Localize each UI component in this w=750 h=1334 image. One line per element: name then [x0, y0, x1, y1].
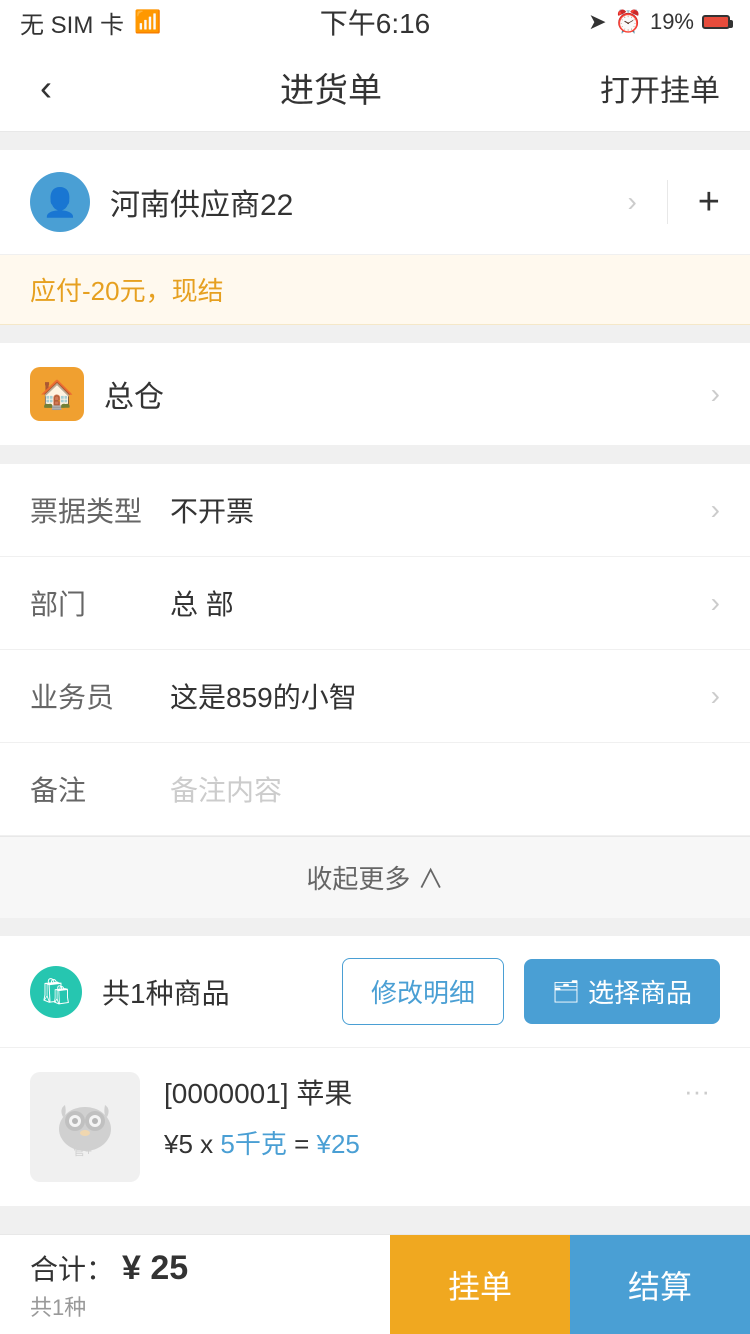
- salesperson-label: 业务员: [30, 676, 150, 716]
- back-button[interactable]: ‹: [30, 57, 62, 119]
- wifi-icon: 📶: [134, 9, 161, 35]
- department-row[interactable]: 部门 总 部 ›: [0, 557, 750, 650]
- product-name: [0000001] 苹果: [164, 1072, 650, 1112]
- hang-order-button[interactable]: 挂单: [390, 1235, 570, 1334]
- quantity-value: 5千克: [220, 1129, 286, 1159]
- products-card: 🛍 共1种商品 修改明细 🗂 选择商品 管+: [0, 936, 750, 1207]
- battery-text: 19%: [650, 9, 694, 35]
- products-header: 🛍 共1种商品 修改明细 🗂 选择商品: [0, 936, 750, 1048]
- select-product-label: 选择商品: [588, 973, 692, 1010]
- debt-notice: 应付-20元，现结: [0, 255, 750, 325]
- salesperson-row[interactable]: 业务员 这是859的小智 ›: [0, 650, 750, 743]
- warehouse-card: 🏠 总仓 ›: [0, 343, 750, 446]
- total-amount: ¥ 25: [122, 1249, 188, 1288]
- supplier-avatar: 👤: [30, 172, 90, 232]
- status-time: 下午6:16: [320, 2, 431, 42]
- product-item: 管+ [0000001] 苹果 ¥5 x 5千克 = ¥25 ···: [0, 1048, 750, 1207]
- alarm-icon: ⏰: [615, 9, 642, 35]
- salesperson-arrow-icon: ›: [711, 680, 720, 712]
- page-title: 进货单: [280, 63, 382, 112]
- product-count: 共1种商品: [102, 972, 322, 1012]
- product-price: ¥5 x 5千克 = ¥25: [164, 1124, 650, 1161]
- open-pending-button[interactable]: 打开挂单: [600, 66, 720, 110]
- checkout-button[interactable]: 结算: [570, 1235, 750, 1334]
- warehouse-row[interactable]: 🏠 总仓 ›: [0, 343, 750, 446]
- equals-sign: =: [294, 1129, 316, 1159]
- carrier-text: 无 SIM 卡: [20, 5, 124, 40]
- total-value: ¥25: [317, 1129, 360, 1159]
- section-gap-2: [0, 325, 750, 343]
- invoice-type-value: 不开票: [170, 490, 711, 530]
- select-product-button[interactable]: 🗂 选择商品: [524, 959, 720, 1024]
- add-supplier-button[interactable]: +: [698, 181, 720, 224]
- section-gap-3: [0, 446, 750, 464]
- status-right: ➤ ⏰ 19%: [588, 9, 730, 35]
- price-value: ¥5: [164, 1129, 193, 1159]
- supplier-row[interactable]: 👤 河南供应商22 › +: [0, 150, 750, 255]
- remarks-row[interactable]: 备注 备注内容: [0, 743, 750, 836]
- remarks-value: 备注内容: [170, 769, 720, 809]
- product-info: [0000001] 苹果 ¥5 x 5千克 = ¥25: [164, 1072, 650, 1161]
- svg-text:管+: 管+: [73, 1143, 92, 1158]
- status-bar: 无 SIM 卡 📶 下午6:16 ➤ ⏰ 19%: [0, 0, 750, 44]
- form-card: 票据类型 不开票 › 部门 总 部 › 业务员 这是859的小智 › 备注 备注…: [0, 464, 750, 918]
- total-label: 合计：: [30, 1248, 114, 1288]
- product-thumbnail: 管+: [30, 1072, 140, 1182]
- section-gap-1: [0, 132, 750, 150]
- invoice-type-row[interactable]: 票据类型 不开票 ›: [0, 464, 750, 557]
- select-product-icon: 🗂: [552, 979, 580, 1005]
- products-icon: 🛍: [30, 966, 82, 1018]
- supplier-name: 河南供应商22: [110, 180, 627, 224]
- collapse-button[interactable]: 收起更多 ∧: [0, 836, 750, 918]
- footer-sub-label: 共1种: [30, 1290, 390, 1322]
- product-more-button[interactable]: ···: [674, 1072, 720, 1111]
- remarks-label: 备注: [30, 769, 150, 809]
- invoice-arrow-icon: ›: [711, 494, 720, 526]
- warehouse-icon: 🏠: [30, 367, 84, 421]
- invoice-type-label: 票据类型: [30, 490, 150, 530]
- edit-details-button[interactable]: 修改明细: [342, 958, 504, 1025]
- supplier-divider: [667, 180, 668, 224]
- salesperson-value: 这是859的小智: [170, 676, 711, 716]
- supplier-arrow-icon: ›: [627, 186, 636, 218]
- footer-total-line: 合计： ¥ 25: [30, 1248, 390, 1288]
- supplier-card: 👤 河南供应商22 › + 应付-20元，现结: [0, 150, 750, 325]
- department-arrow-icon: ›: [711, 587, 720, 619]
- location-icon: ➤: [588, 9, 606, 35]
- nav-bar: ‹ 进货单 打开挂单: [0, 44, 750, 132]
- multiply-sign: x: [200, 1129, 220, 1159]
- footer: 合计： ¥ 25 共1种 挂单 结算: [0, 1234, 750, 1334]
- avatar-icon: 👤: [43, 186, 78, 219]
- department-value: 总 部: [170, 583, 711, 623]
- warehouse-name: 总仓: [104, 372, 711, 416]
- cart-icon: 🛍: [39, 976, 72, 1007]
- battery-icon: [702, 15, 730, 29]
- footer-total: 合计： ¥ 25 共1种: [0, 1235, 390, 1334]
- product-thumbnail-owl: 管+: [45, 1087, 125, 1167]
- section-gap-4: [0, 918, 750, 936]
- warehouse-arrow-icon: ›: [711, 378, 720, 410]
- department-label: 部门: [30, 583, 150, 623]
- status-left: 无 SIM 卡 📶: [20, 5, 161, 40]
